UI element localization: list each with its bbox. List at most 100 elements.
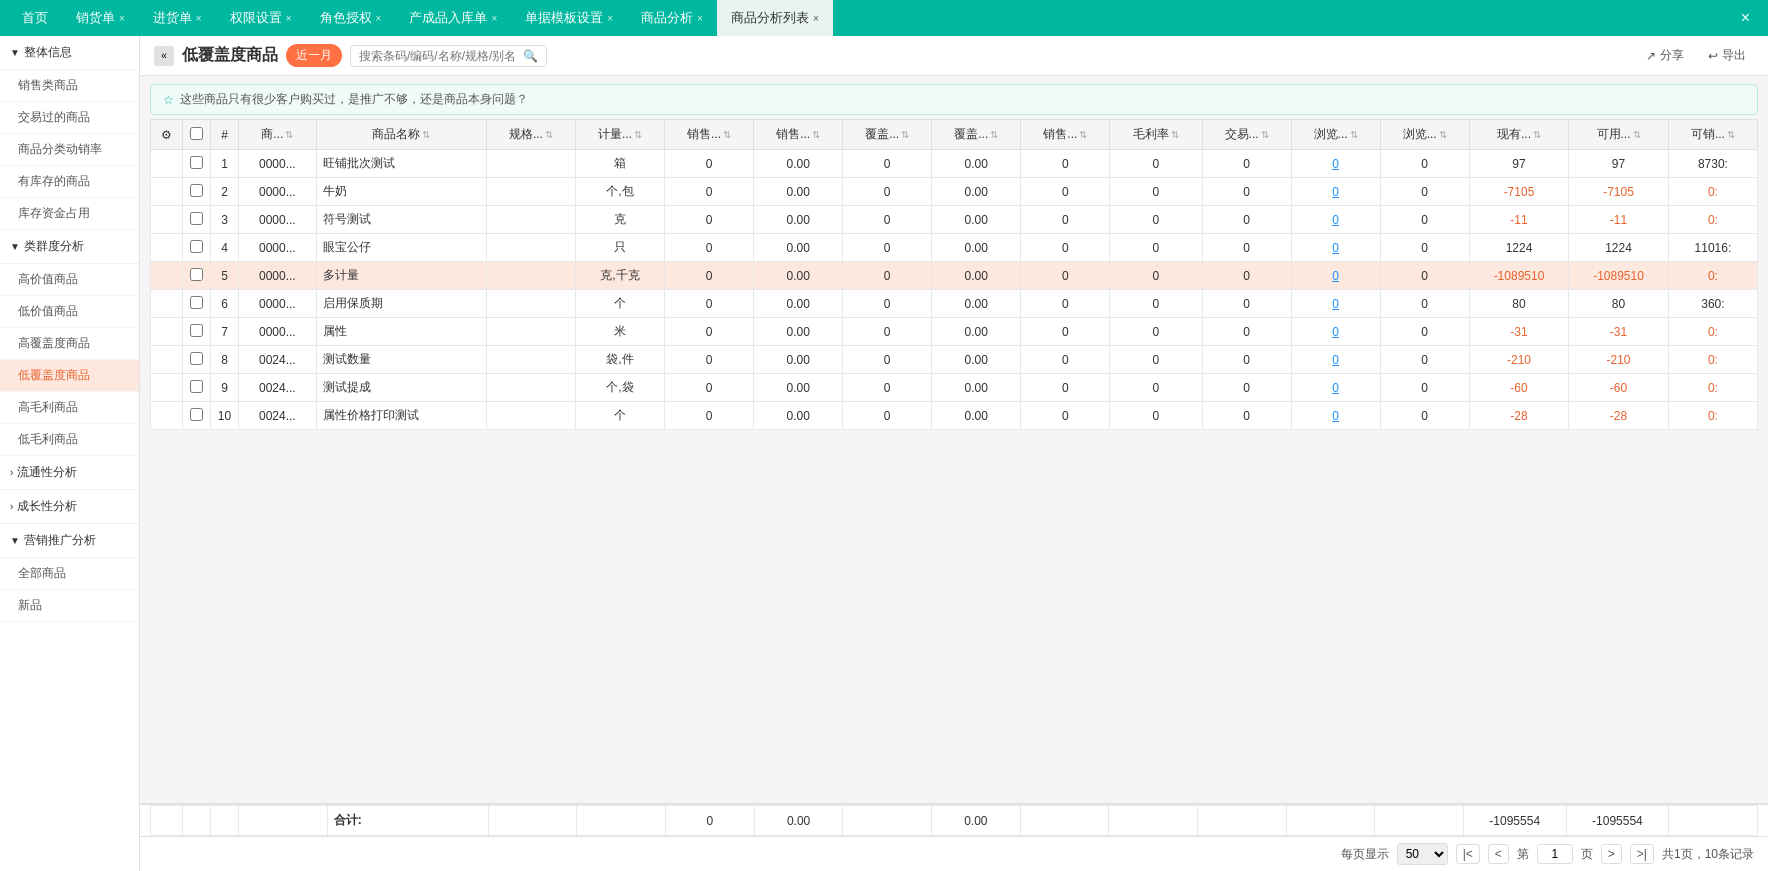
cell-browse1[interactable]: 0	[1291, 402, 1380, 430]
row-checkbox[interactable]	[190, 268, 203, 281]
cell-browse1[interactable]: 0	[1291, 290, 1380, 318]
sidebar-section-growth[interactable]: › 成长性分析	[0, 490, 139, 524]
nav-roles[interactable]: 角色授权 ×	[306, 0, 396, 36]
next-page-btn[interactable]: >	[1601, 844, 1622, 864]
row-checkbox[interactable]	[190, 184, 203, 197]
nav-home[interactable]: 首页	[8, 0, 62, 36]
nav-close-purchase[interactable]: ×	[196, 13, 202, 24]
cell-browse1[interactable]: 0	[1291, 150, 1380, 178]
cell-browse1[interactable]: 0	[1291, 374, 1380, 402]
cell-sales-sub: 0	[1021, 234, 1110, 262]
sidebar-item-new-products[interactable]: 新品	[0, 590, 139, 622]
nav-close-product-analysis-list[interactable]: ×	[813, 13, 819, 24]
cell-checkbox[interactable]	[183, 150, 211, 178]
sidebar-item-high-margin[interactable]: 高毛利商品	[0, 392, 139, 424]
cell-browse1[interactable]: 0	[1291, 262, 1380, 290]
chevron-growth-icon: ›	[10, 501, 13, 512]
row-checkbox[interactable]	[190, 296, 203, 309]
cell-browse1[interactable]: 0	[1291, 318, 1380, 346]
page-number-input[interactable]	[1537, 844, 1573, 864]
sidebar-item-traded-products[interactable]: 交易过的商品	[0, 102, 139, 134]
sidebar-section-liquidity[interactable]: › 流通性分析	[0, 456, 139, 490]
nav-close-finished-goods[interactable]: ×	[491, 13, 497, 24]
sidebar-item-inventory-capital[interactable]: 库存资金占用	[0, 198, 139, 230]
sidebar-item-low-value[interactable]: 低价值商品	[0, 296, 139, 328]
settings-icon[interactable]: ⚙	[161, 128, 172, 142]
cell-checkbox[interactable]	[183, 374, 211, 402]
nav-product-analysis[interactable]: 商品分析 ×	[627, 0, 717, 36]
nav-close-product-analysis[interactable]: ×	[697, 13, 703, 24]
sidebar-item-category-turnover[interactable]: 商品分类动销率	[0, 134, 139, 166]
nav-purchase[interactable]: 进货单 ×	[139, 0, 216, 36]
chevron-cluster-icon: ▼	[10, 241, 20, 252]
row-checkbox[interactable]	[190, 240, 203, 253]
prev-page-btn[interactable]: <	[1488, 844, 1509, 864]
cell-sales-qty: 0	[665, 234, 754, 262]
sidebar-item-all-products[interactable]: 全部商品	[0, 558, 139, 590]
row-checkbox[interactable]	[190, 380, 203, 393]
cell-checkbox[interactable]	[183, 262, 211, 290]
top-nav: 首页 销货单 × 进货单 × 权限设置 × 角色授权 × 产成品入库单 × 单据…	[0, 0, 1768, 36]
cell-num: 6	[211, 290, 239, 318]
row-checkbox[interactable]	[190, 352, 203, 365]
cell-num: 2	[211, 178, 239, 206]
total-table: 合计: 0 0.00 0.00 -1095554 -1095554	[150, 805, 1758, 836]
nav-close-sales[interactable]: ×	[119, 13, 125, 24]
cell-browse2: 0	[1380, 262, 1469, 290]
cell-checkbox[interactable]	[183, 178, 211, 206]
cell-checkbox[interactable]	[183, 206, 211, 234]
sidebar-collapse-btn[interactable]: «	[154, 46, 174, 66]
cell-sales-sub: 0	[1021, 402, 1110, 430]
search-input[interactable]	[359, 49, 519, 63]
nav-close-permissions[interactable]: ×	[286, 13, 292, 24]
window-close-button[interactable]: ×	[1731, 5, 1760, 31]
col-settings[interactable]: ⚙	[151, 120, 183, 150]
row-checkbox[interactable]	[190, 212, 203, 225]
cell-checkbox[interactable]	[183, 346, 211, 374]
row-checkbox[interactable]	[190, 156, 203, 169]
search-icon[interactable]: 🔍	[523, 49, 538, 63]
nav-permissions[interactable]: 权限设置 ×	[216, 0, 306, 36]
sidebar-item-stocked-products[interactable]: 有库存的商品	[0, 166, 139, 198]
nav-template[interactable]: 单据模板设置 ×	[511, 0, 627, 36]
col-current: 现有...⇅	[1469, 120, 1569, 150]
cell-code: 0000...	[239, 290, 317, 318]
last-page-btn[interactable]: >|	[1630, 844, 1654, 864]
sidebar-item-low-margin[interactable]: 低毛利商品	[0, 424, 139, 456]
row-checkbox[interactable]	[190, 324, 203, 337]
cell-gross-rate: 0	[1110, 318, 1202, 346]
select-all-checkbox[interactable]	[190, 127, 203, 140]
sidebar-section-overall[interactable]: ▼ 整体信息	[0, 36, 139, 70]
nav-close-template[interactable]: ×	[607, 13, 613, 24]
cell-checkbox[interactable]	[183, 290, 211, 318]
sidebar-item-high-coverage[interactable]: 高覆盖度商品	[0, 328, 139, 360]
cell-browse1[interactable]: 0	[1291, 206, 1380, 234]
cell-cov2: 0.00	[932, 234, 1021, 262]
nav-sales[interactable]: 销货单 ×	[62, 0, 139, 36]
row-checkbox[interactable]	[190, 408, 203, 421]
nav-finished-goods[interactable]: 产成品入库单 ×	[395, 0, 511, 36]
export-btn[interactable]: ↩ 导出	[1700, 44, 1754, 67]
cell-checkbox[interactable]	[183, 318, 211, 346]
nav-product-analysis-list[interactable]: 商品分析列表 ×	[717, 0, 833, 36]
cell-browse1[interactable]: 0	[1291, 234, 1380, 262]
cell-cov2: 0.00	[932, 318, 1021, 346]
sidebar-item-high-value[interactable]: 高价值商品	[0, 264, 139, 296]
sidebar-section-marketing[interactable]: ▼ 营销推广分析	[0, 524, 139, 558]
cell-browse1[interactable]: 0	[1291, 178, 1380, 206]
total-sales-amt: 0.00	[754, 806, 843, 836]
table-wrapper[interactable]: ⚙ # 商...⇅ 商品名称⇅	[150, 119, 1758, 803]
cell-browse1[interactable]: 0	[1291, 346, 1380, 374]
sidebar-item-low-coverage[interactable]: 低覆盖度商品	[0, 360, 139, 392]
cell-checkbox[interactable]	[183, 402, 211, 430]
sidebar-section-cluster[interactable]: ▼ 类群度分析	[0, 230, 139, 264]
sidebar-item-sales-products[interactable]: 销售类商品	[0, 70, 139, 102]
per-page-select[interactable]: 50 20 100	[1397, 843, 1448, 865]
col-checkbox[interactable]	[183, 120, 211, 150]
cell-num: 3	[211, 206, 239, 234]
share-btn[interactable]: ↗ 分享	[1638, 44, 1692, 67]
nav-close-roles[interactable]: ×	[376, 13, 382, 24]
filter-recent-month-btn[interactable]: 近一月	[286, 44, 342, 67]
first-page-btn[interactable]: |<	[1456, 844, 1480, 864]
cell-checkbox[interactable]	[183, 234, 211, 262]
